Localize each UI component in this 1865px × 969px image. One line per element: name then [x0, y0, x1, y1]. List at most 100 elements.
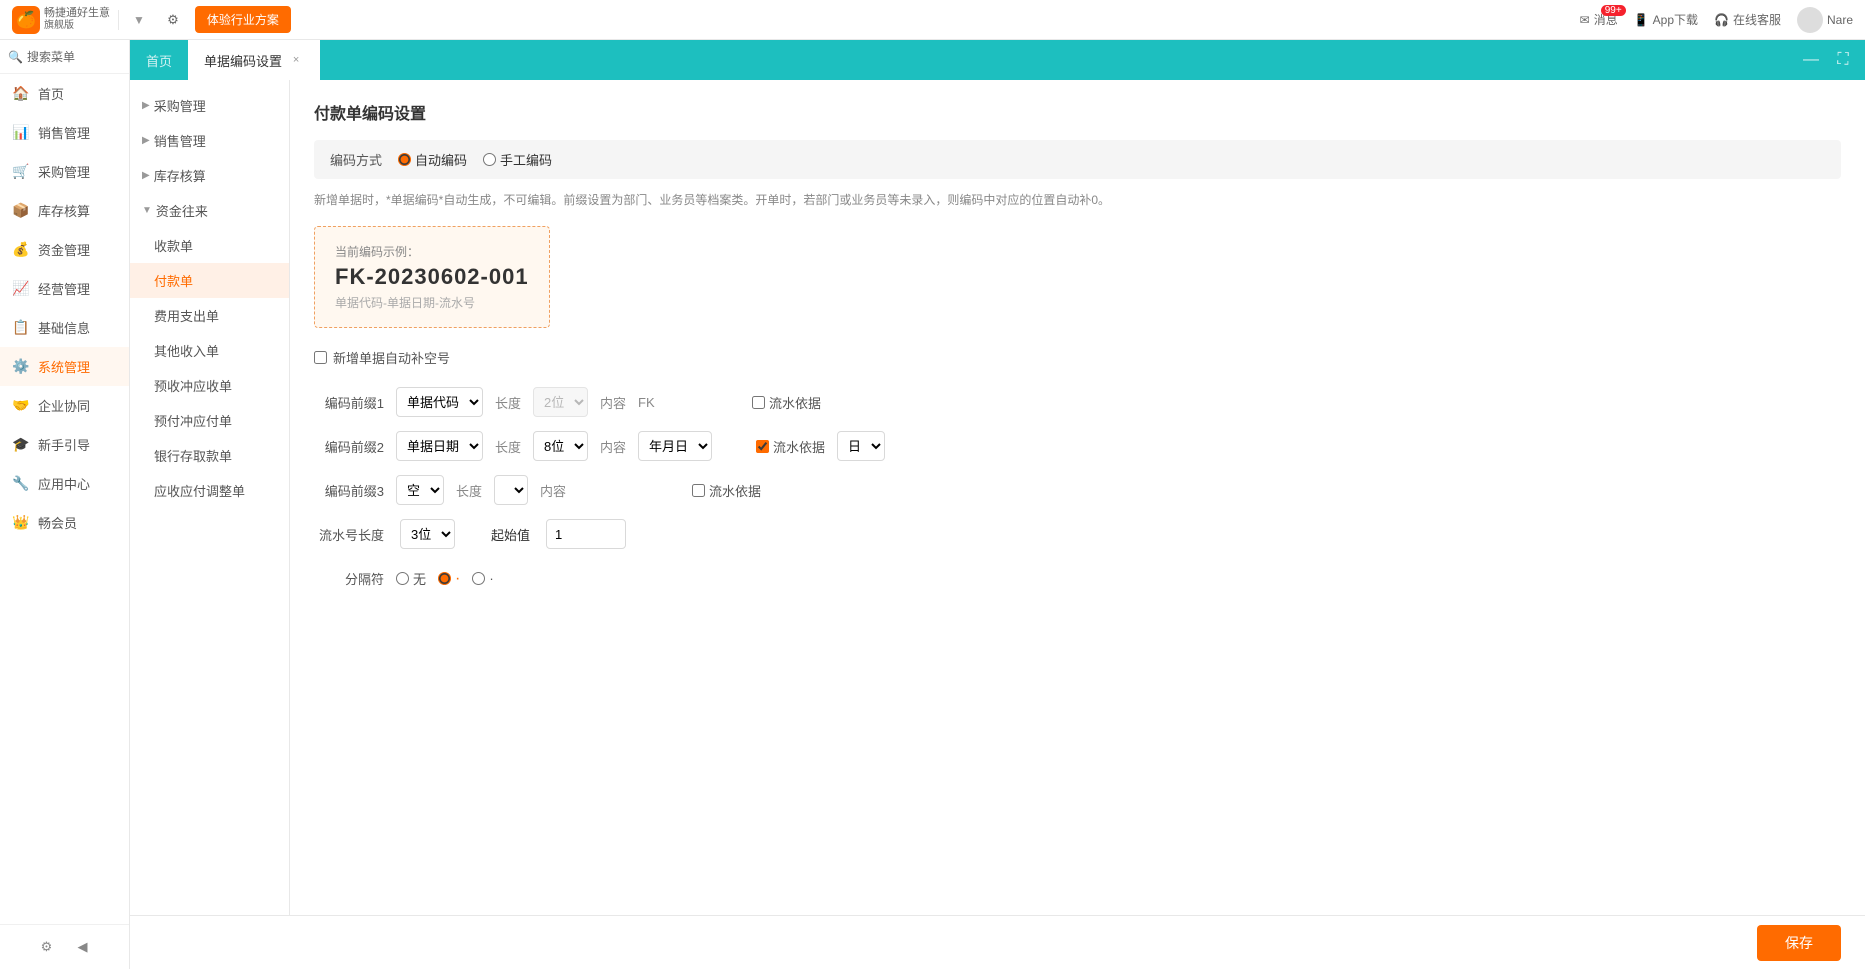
nav-item-advance-receipt[interactable]: 预收冲应收单 [130, 368, 289, 403]
sidebar-item-home[interactable]: 🏠 首页 [0, 74, 129, 113]
tab-minimize-button[interactable]: — [1797, 46, 1825, 74]
sidebar-item-system[interactable]: ⚙️ 系统管理 [0, 347, 129, 386]
nav-item-expense[interactable]: 费用支出单 [130, 298, 289, 333]
prefix2-select[interactable]: 单据日期 [396, 431, 483, 461]
sep-dot-option[interactable]: · [438, 570, 460, 588]
messages-button[interactable]: ✉ 消息 99+ [1580, 11, 1618, 28]
sidebar-item-guide[interactable]: 🎓 新手引导 [0, 425, 129, 464]
top-bar-left: 🍊 畅捷通好生意 旗舰版 ▼ ⚙ 体验行业方案 [12, 6, 1572, 34]
sidebar-item-inventory[interactable]: 📦 库存核算 [0, 191, 129, 230]
serial3-checkbox[interactable] [692, 484, 705, 497]
sep-dot2-option[interactable]: · [472, 571, 493, 586]
avatar [1797, 7, 1823, 33]
chevron-right-icon3: ▶ [142, 170, 150, 181]
brand: 🍊 畅捷通好生意 旗舰版 [12, 6, 110, 34]
tab-home[interactable]: 首页 [130, 40, 188, 80]
sidebar-item-operation[interactable]: 📈 经营管理 [0, 269, 129, 308]
hint-text: 新增单据时，*单据编码*自动生成，不可编辑。前缀设置为部门、业务员等档案类。开单… [314, 191, 1841, 210]
sep-dot-radio[interactable] [438, 572, 451, 585]
nav-item-advance-payment[interactable]: 预付冲应付单 [130, 403, 289, 438]
experience-button[interactable]: 体验行业方案 [195, 6, 291, 33]
sidebar-search[interactable]: 🔍 搜索菜单 [0, 40, 129, 74]
collapse-button[interactable]: ◀ [69, 933, 97, 961]
content1-label: 内容 [600, 393, 626, 412]
auto-encoding-radio[interactable] [398, 153, 411, 166]
save-button[interactable]: 保存 [1757, 925, 1841, 961]
prefix1-select[interactable]: 单据代码 [396, 387, 483, 417]
nav-item-bank[interactable]: 银行存取款单 [130, 438, 289, 473]
home-icon: 🏠 [12, 85, 30, 103]
sidebar-item-purchase[interactable]: 🛒 采购管理 [0, 152, 129, 191]
auto-encoding-option[interactable]: 自动编码 [398, 150, 467, 169]
chevron-right-icon: ▶ [142, 100, 150, 111]
sep-none-radio[interactable] [396, 572, 409, 585]
preview-code: FK-20230602-001 [335, 264, 529, 290]
nav-group-inventory-title[interactable]: ▶ 库存核算 [130, 158, 289, 193]
preview-label: 当前编码示例： [335, 243, 529, 260]
date-granularity-select[interactable]: 日 月 年 [837, 431, 885, 461]
brand-icon: 🍊 [12, 6, 40, 34]
operation-icon: 📈 [12, 280, 30, 298]
preview-box: 当前编码示例： FK-20230602-001 单据代码-单据日期-流水号 [314, 226, 550, 328]
sidebar-item-appstore[interactable]: 🔧 应用中心 [0, 464, 129, 503]
serial1-checkbox[interactable] [752, 396, 765, 409]
serial-length-row: 流水号长度 3位 4位 5位 起始值 [314, 519, 1841, 549]
separator-label: 分隔符 [314, 569, 384, 588]
length3-label: 长度 [456, 481, 482, 500]
length1-label: 长度 [495, 393, 521, 412]
tab-expand-button[interactable]: ⛶ [1829, 46, 1857, 74]
serial3-checkbox-group: 流水依据 [692, 481, 761, 500]
content2-select[interactable]: 年月日 [638, 431, 712, 461]
tab-encoding[interactable]: 单据编码设置 × [188, 40, 320, 80]
tab-close-button[interactable]: × [288, 52, 304, 68]
length3-select[interactable] [494, 475, 528, 505]
nav-item-receipt[interactable]: 收款单 [130, 228, 289, 263]
online-service-button[interactable]: 🎧 在线客服 [1714, 11, 1781, 28]
serial3-label[interactable]: 流水依据 [709, 481, 761, 500]
sidebar: 🔍 搜索菜单 🏠 首页 📊 销售管理 🛒 采购管理 📦 库存核算 💰 资金管理 … [0, 40, 130, 969]
inventory-icon: 📦 [12, 202, 30, 220]
prefix3-select[interactable]: 空 [396, 475, 444, 505]
left-nav: ▶ 采购管理 ▶ 销售管理 ▶ 库存核算 [130, 80, 290, 915]
length2-select[interactable]: 8位 [533, 431, 588, 461]
nav-item-payment[interactable]: 付款单 [130, 263, 289, 298]
bottom-bar: 保存 [130, 915, 1865, 969]
nav-item-adjustment[interactable]: 应收应付调整单 [130, 473, 289, 508]
nav-group-sales-title[interactable]: ▶ 销售管理 [130, 123, 289, 158]
nav-group-purchase-title[interactable]: ▶ 采购管理 [130, 88, 289, 123]
divider [118, 10, 119, 30]
guide-icon: 🎓 [12, 436, 30, 454]
sep-dot2-radio[interactable] [472, 572, 485, 585]
sidebar-item-enterprise[interactable]: 🤝 企业协同 [0, 386, 129, 425]
serial2-checkbox[interactable] [756, 440, 769, 453]
sidebar-item-member[interactable]: 👑 畅会员 [0, 503, 129, 542]
prefix3-label: 编码前缀3 [314, 481, 384, 500]
start-value-input[interactable] [546, 519, 626, 549]
app-download-button[interactable]: 📱 App下载 [1634, 11, 1698, 28]
settings-button[interactable]: ⚙ [159, 6, 187, 34]
sidebar-item-sales[interactable]: 📊 销售管理 [0, 113, 129, 152]
sep-none-option[interactable]: 无 [396, 569, 426, 588]
nav-group-purchase: ▶ 采购管理 [130, 88, 289, 123]
start-value-label: 起始值 [491, 525, 530, 544]
member-icon: 👑 [12, 514, 30, 532]
manual-encoding-radio[interactable] [483, 153, 496, 166]
manual-encoding-option[interactable]: 手工编码 [483, 150, 552, 169]
settings-bottom-button[interactable]: ⚙ [33, 933, 61, 961]
nav-item-other-income[interactable]: 其他收入单 [130, 333, 289, 368]
separator-row: 分隔符 无 · · [314, 569, 1841, 588]
serial2-label[interactable]: 流水依据 [773, 437, 825, 456]
nav-group-inventory: ▶ 库存核算 [130, 158, 289, 193]
serial-length-select[interactable]: 3位 4位 5位 [400, 519, 455, 549]
nav-group-funds-title[interactable]: ▼ 资金往来 [130, 193, 289, 228]
auto-fill-checkbox[interactable] [314, 351, 327, 364]
serial1-label[interactable]: 流水依据 [769, 393, 821, 412]
sidebar-item-basic[interactable]: 📋 基础信息 [0, 308, 129, 347]
auto-fill-label[interactable]: 新增单据自动补空号 [333, 348, 450, 367]
content3-label: 内容 [540, 481, 566, 500]
length1-select[interactable]: 2位 [533, 387, 588, 417]
prefix1-row: 编码前缀1 单据代码 长度 2位 内容 FK 流水依据 [314, 387, 1841, 417]
sidebar-item-finance[interactable]: 💰 资金管理 [0, 230, 129, 269]
nav-dropdown[interactable]: ▼ [127, 11, 151, 29]
user-profile[interactable]: Nare [1797, 7, 1853, 33]
